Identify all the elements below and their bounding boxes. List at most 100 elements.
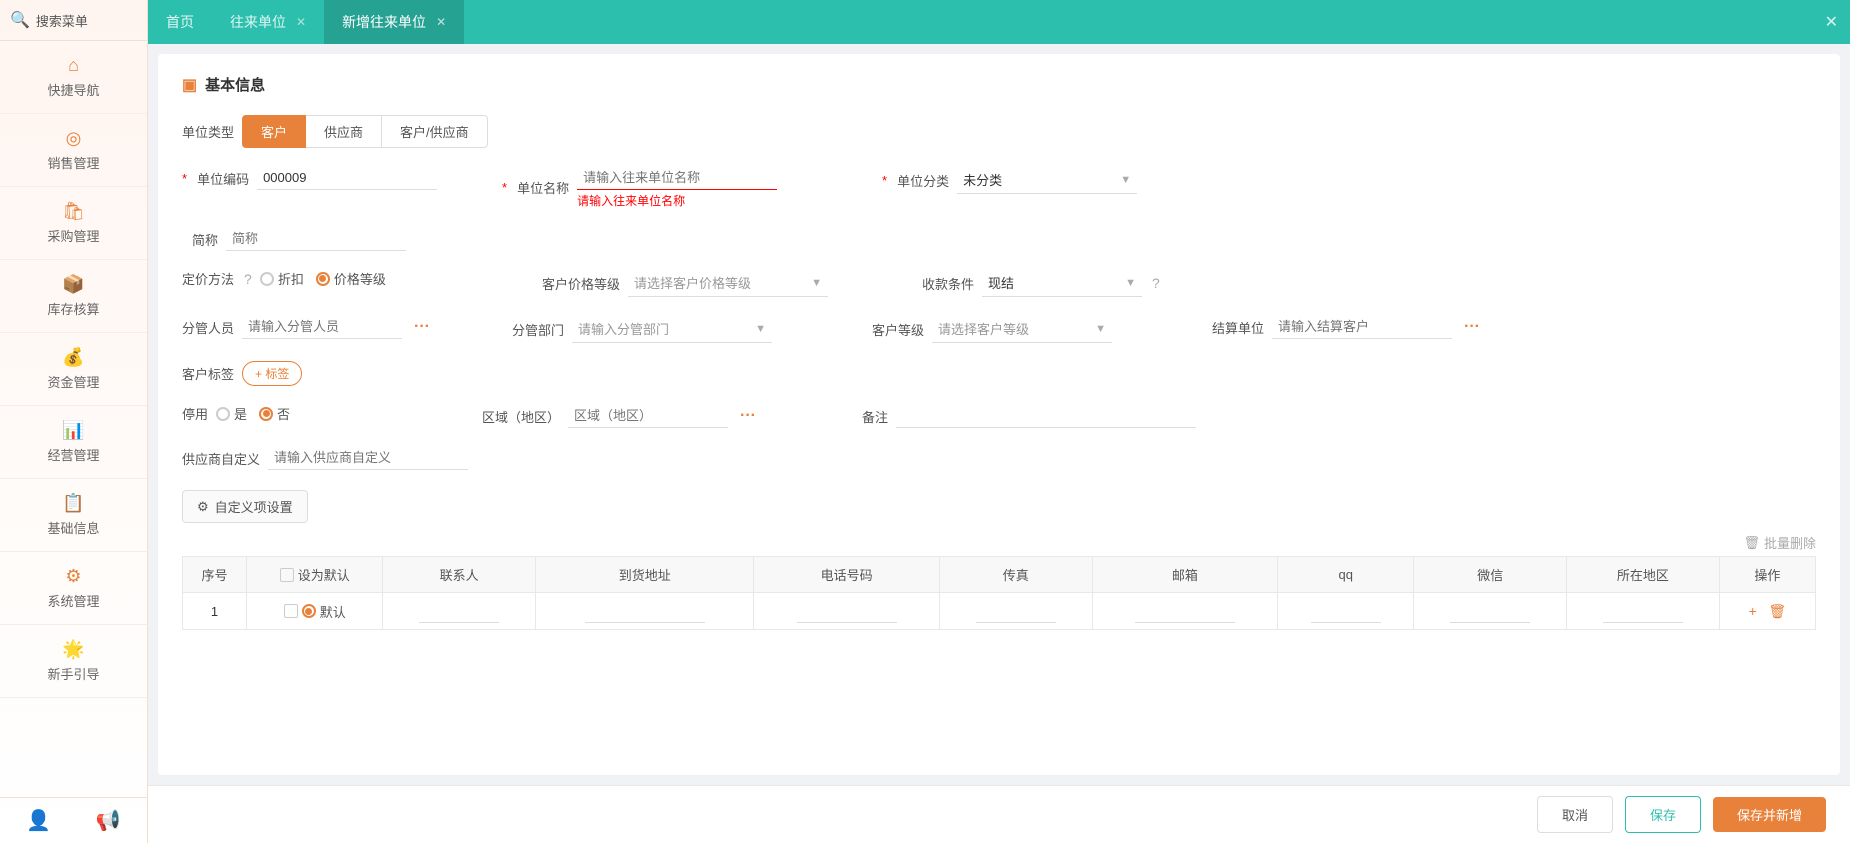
row-email — [1092, 593, 1278, 630]
disabled-field: 停用 是 否 — [182, 404, 462, 423]
table-header-row: 序号 设为默认 联系人 到货地址 电话号码 传真 邮箱 qq — [183, 557, 1816, 593]
region-field: 区域（地区） ··· — [482, 404, 842, 428]
settlement-unit-input[interactable] — [1272, 315, 1452, 339]
sidebar-item-inventory[interactable]: 📦 库存核算 — [0, 260, 147, 333]
abbr-input[interactable] — [226, 227, 406, 251]
unit-category-select[interactable]: 未分类 ▼ — [957, 166, 1137, 194]
sidebar-item-quick-nav[interactable]: ⌂ 快捷导航 — [0, 41, 147, 114]
tab-new-partner-close[interactable]: ✕ — [436, 15, 446, 29]
custom-settings-icon: ⚙ — [197, 499, 209, 515]
disabled-no-radio[interactable] — [259, 407, 273, 421]
row-qq-input[interactable] — [1311, 599, 1381, 623]
tab-partners-close[interactable]: ✕ — [296, 15, 306, 29]
row-phone-input[interactable] — [797, 599, 897, 623]
type-btn-supplier[interactable]: 供应商 — [306, 115, 382, 148]
batch-delete-area[interactable]: 🗑 批量删除 — [182, 533, 1816, 552]
pricing-discount-radio[interactable] — [260, 272, 274, 286]
operations-icon: 📊 — [62, 420, 84, 441]
unit-name-field: * 单位名称 请输入往来单位名称 — [502, 166, 862, 209]
unit-name-input[interactable] — [577, 166, 777, 190]
department-select[interactable]: 请输入分管部门 ▼ — [572, 315, 772, 343]
customer-price-chevron: ▼ — [811, 277, 822, 289]
sidebar-item-system[interactable]: ⚙ 系统管理 — [0, 552, 147, 625]
row-wechat-input[interactable] — [1450, 599, 1530, 623]
tab-home[interactable]: 首页 — [148, 0, 212, 44]
header-checkbox[interactable] — [280, 568, 294, 582]
cancel-button[interactable]: 取消 — [1537, 796, 1613, 833]
disabled-no[interactable]: 否 — [259, 404, 290, 423]
supplier-custom-input[interactable] — [268, 446, 468, 470]
unit-code-input[interactable] — [257, 166, 437, 190]
system-icon: ⚙ — [65, 566, 81, 587]
disabled-yes[interactable]: 是 — [216, 404, 247, 423]
notes-label: 备注 — [862, 407, 888, 426]
customer-price-select[interactable]: 请选择客户价格等级 ▼ — [628, 269, 828, 297]
settlement-unit-field: 结算单位 ··· — [1212, 315, 1816, 339]
notes-input[interactable] — [896, 404, 1196, 428]
row-add-btn[interactable]: + — [1745, 603, 1761, 619]
table-section: ⚙ 自定义项设置 🗑 批量删除 序号 设为默认 — [182, 490, 1816, 630]
row-address-input[interactable] — [585, 599, 705, 623]
search-icon: 🔍 — [10, 10, 30, 30]
row-region — [1567, 593, 1720, 630]
row-default-radio[interactable]: 默认 — [302, 602, 346, 621]
col-index: 序号 — [183, 557, 247, 593]
region-label: 区域（地区） — [482, 407, 560, 426]
sidebar-search[interactable]: 🔍 搜索菜单 — [0, 0, 147, 41]
row-region-input[interactable] — [1603, 599, 1683, 623]
sidebar: 🔍 搜索菜单 ⌂ 快捷导航 ◎ 销售管理 🛍 采购管理 📦 库存核算 💰 资金管… — [0, 0, 148, 843]
manager-input[interactable] — [242, 315, 402, 339]
customer-price-field: 客户价格等级 请选择客户价格等级 ▼ — [542, 269, 902, 297]
row-phone — [754, 593, 940, 630]
sidebar-item-basic-info[interactable]: 📋 基础信息 — [0, 479, 147, 552]
manager-more-btn[interactable]: ··· — [410, 318, 434, 336]
add-tag-button[interactable]: + 标签 — [242, 361, 302, 386]
payment-help-icon[interactable]: ? — [1152, 275, 1160, 291]
col-fax: 传真 — [939, 557, 1092, 593]
sidebar-bottom-icon2[interactable]: 📢 — [96, 808, 121, 833]
type-btn-customer[interactable]: 客户 — [242, 115, 306, 148]
payment-terms-field: 收款条件 现结 ▼ ? — [922, 269, 1242, 297]
region-more-btn[interactable]: ··· — [736, 407, 760, 425]
col-contact: 联系人 — [383, 557, 536, 593]
pricing-discount[interactable]: 折扣 — [260, 269, 304, 288]
sidebar-item-operations[interactable]: 📊 经营管理 — [0, 406, 147, 479]
save-new-button[interactable]: 保存并新增 — [1713, 797, 1826, 832]
customer-level-placeholder: 请选择客户等级 — [938, 319, 1029, 338]
sidebar-bottom-icon1[interactable]: 👤 — [26, 808, 51, 833]
row-checkbox[interactable] — [284, 604, 298, 618]
tab-bar-close[interactable]: ✕ — [1825, 12, 1838, 32]
sidebar-item-finance[interactable]: 💰 资金管理 — [0, 333, 147, 406]
customer-level-select[interactable]: 请选择客户等级 ▼ — [932, 315, 1112, 343]
unit-name-label: 单位名称 — [517, 178, 569, 197]
type-btn-both[interactable]: 客户/供应商 — [382, 115, 488, 148]
sidebar-item-sales[interactable]: ◎ 销售管理 — [0, 114, 147, 187]
pricing-method-field: 定价方法 ? 折扣 价格等级 — [182, 269, 522, 288]
row-contact-input[interactable] — [419, 599, 499, 623]
payment-terms-select[interactable]: 现结 ▼ — [982, 269, 1142, 297]
section-icon: ▣ — [182, 75, 197, 95]
pricing-level[interactable]: 价格等级 — [316, 269, 386, 288]
purchase-icon: 🛍 — [62, 201, 85, 222]
tab-new-partner[interactable]: 新增往来单位 ✕ — [324, 0, 464, 44]
sidebar-item-guide[interactable]: 🌟 新手引导 — [0, 625, 147, 698]
disabled-yes-radio[interactable] — [216, 407, 230, 421]
department-label: 分管部门 — [512, 320, 564, 339]
manager-label: 分管人员 — [182, 318, 234, 337]
batch-delete-label: 批量删除 — [1764, 533, 1816, 552]
pricing-help-icon[interactable]: ? — [244, 271, 252, 287]
unit-code-field: * 单位编码 — [182, 166, 482, 190]
tab-partners[interactable]: 往来单位 ✕ — [212, 0, 324, 44]
row-delete-btn[interactable]: 🗑 — [1764, 603, 1790, 619]
row-email-input[interactable] — [1135, 599, 1235, 623]
row-fax-input[interactable] — [976, 599, 1056, 623]
region-input[interactable] — [568, 404, 728, 428]
save-button[interactable]: 保存 — [1625, 796, 1701, 833]
custom-settings-button[interactable]: ⚙ 自定义项设置 — [182, 490, 308, 523]
unit-name-wrapper: 请输入往来单位名称 — [577, 166, 777, 209]
sidebar-item-purchase[interactable]: 🛍 采购管理 — [0, 187, 147, 260]
disabled-no-label: 否 — [277, 404, 290, 423]
settlement-more-btn[interactable]: ··· — [1460, 318, 1484, 336]
row-wechat — [1414, 593, 1567, 630]
pricing-level-radio[interactable] — [316, 272, 330, 286]
